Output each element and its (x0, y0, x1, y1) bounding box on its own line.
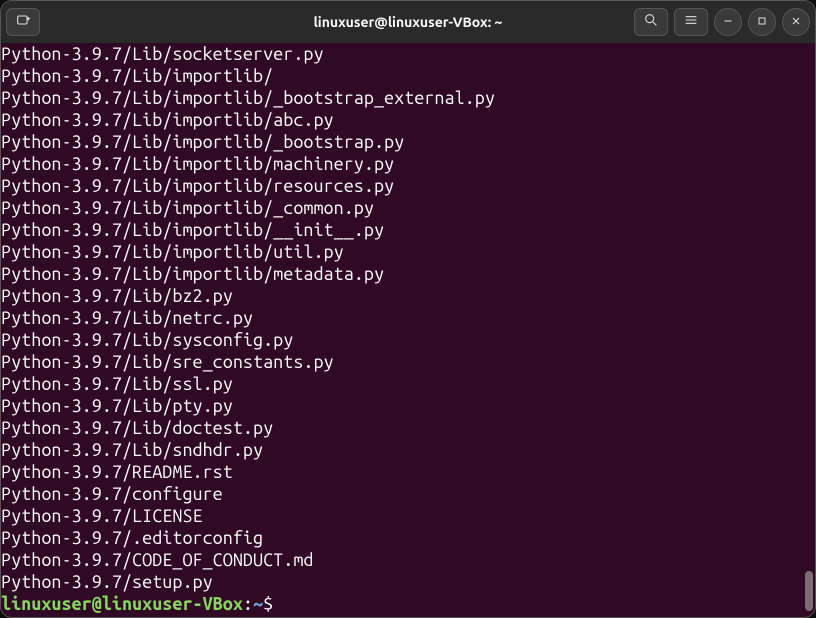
terminal-window: linuxuser@linuxuser-VBox: ~ (0, 0, 816, 618)
terminal-output: Python-3.9.7/Lib/socketserver.pyPython-3… (1, 43, 815, 617)
titlebar-right (634, 8, 815, 36)
terminal-line: Python-3.9.7/Lib/importlib/__init__.py (1, 219, 815, 241)
scrollbar-thumb[interactable] (805, 571, 813, 611)
terminal-line: Python-3.9.7/Lib/bz2.py (1, 285, 815, 307)
prompt-separator: : (243, 594, 253, 614)
hamburger-icon (683, 12, 699, 32)
minimize-icon (722, 13, 734, 31)
terminal-line: Python-3.9.7/Lib/netrc.py (1, 307, 815, 329)
terminal-line: Python-3.9.7/Lib/importlib/abc.py (1, 109, 815, 131)
search-icon (643, 12, 659, 32)
terminal-line: Python-3.9.7/Lib/importlib/metadata.py (1, 263, 815, 285)
terminal-line: Python-3.9.7/Lib/doctest.py (1, 417, 815, 439)
minimize-button[interactable] (714, 8, 742, 36)
terminal-line: Python-3.9.7/Lib/importlib/machinery.py (1, 153, 815, 175)
terminal-line: Python-3.9.7/LICENSE (1, 505, 815, 527)
terminal-line: Python-3.9.7/.editorconfig (1, 527, 815, 549)
titlebar-left (1, 8, 40, 36)
terminal-line: Python-3.9.7/Lib/ssl.py (1, 373, 815, 395)
close-icon (790, 13, 802, 31)
new-tab-button[interactable] (6, 8, 40, 36)
terminal-line: Python-3.9.7/Lib/pty.py (1, 395, 815, 417)
prompt-user-host: linuxuser@linuxuser-VBox (1, 594, 243, 614)
terminal-line: Python-3.9.7/README.rst (1, 461, 815, 483)
close-button[interactable] (782, 8, 810, 36)
terminal-line: Python-3.9.7/Lib/importlib/util.py (1, 241, 815, 263)
titlebar: linuxuser@linuxuser-VBox: ~ (1, 1, 815, 43)
terminal-line: Python-3.9.7/Lib/sndhdr.py (1, 439, 815, 461)
maximize-button[interactable] (748, 8, 776, 36)
terminal-line: Python-3.9.7/Lib/socketserver.py (1, 43, 815, 65)
terminal-line: Python-3.9.7/Lib/importlib/_bootstrap.py (1, 131, 815, 153)
prompt-path: ~ (253, 594, 263, 614)
terminal-line: Python-3.9.7/Lib/sre_constants.py (1, 351, 815, 373)
terminal-line: Python-3.9.7/setup.py (1, 571, 815, 593)
new-tab-icon (15, 12, 31, 32)
menu-button[interactable] (674, 8, 708, 36)
terminal-line: Python-3.9.7/Lib/importlib/resources.py (1, 175, 815, 197)
terminal-line: Python-3.9.7/Lib/importlib/_common.py (1, 197, 815, 219)
terminal-prompt[interactable]: linuxuser@linuxuser-VBox:~$ (1, 593, 815, 615)
terminal-line: Python-3.9.7/Lib/importlib/_bootstrap_ex… (1, 87, 815, 109)
terminal-line: Python-3.9.7/configure (1, 483, 815, 505)
maximize-icon (756, 13, 768, 31)
terminal-line: Python-3.9.7/Lib/sysconfig.py (1, 329, 815, 351)
terminal-line: Python-3.9.7/CODE_OF_CONDUCT.md (1, 549, 815, 571)
terminal-line: Python-3.9.7/Lib/importlib/ (1, 65, 815, 87)
search-button[interactable] (634, 8, 668, 36)
terminal-body[interactable]: Python-3.9.7/Lib/socketserver.pyPython-3… (1, 43, 815, 617)
scrollbar-track[interactable] (803, 43, 813, 615)
prompt-symbol: $ (263, 594, 283, 614)
